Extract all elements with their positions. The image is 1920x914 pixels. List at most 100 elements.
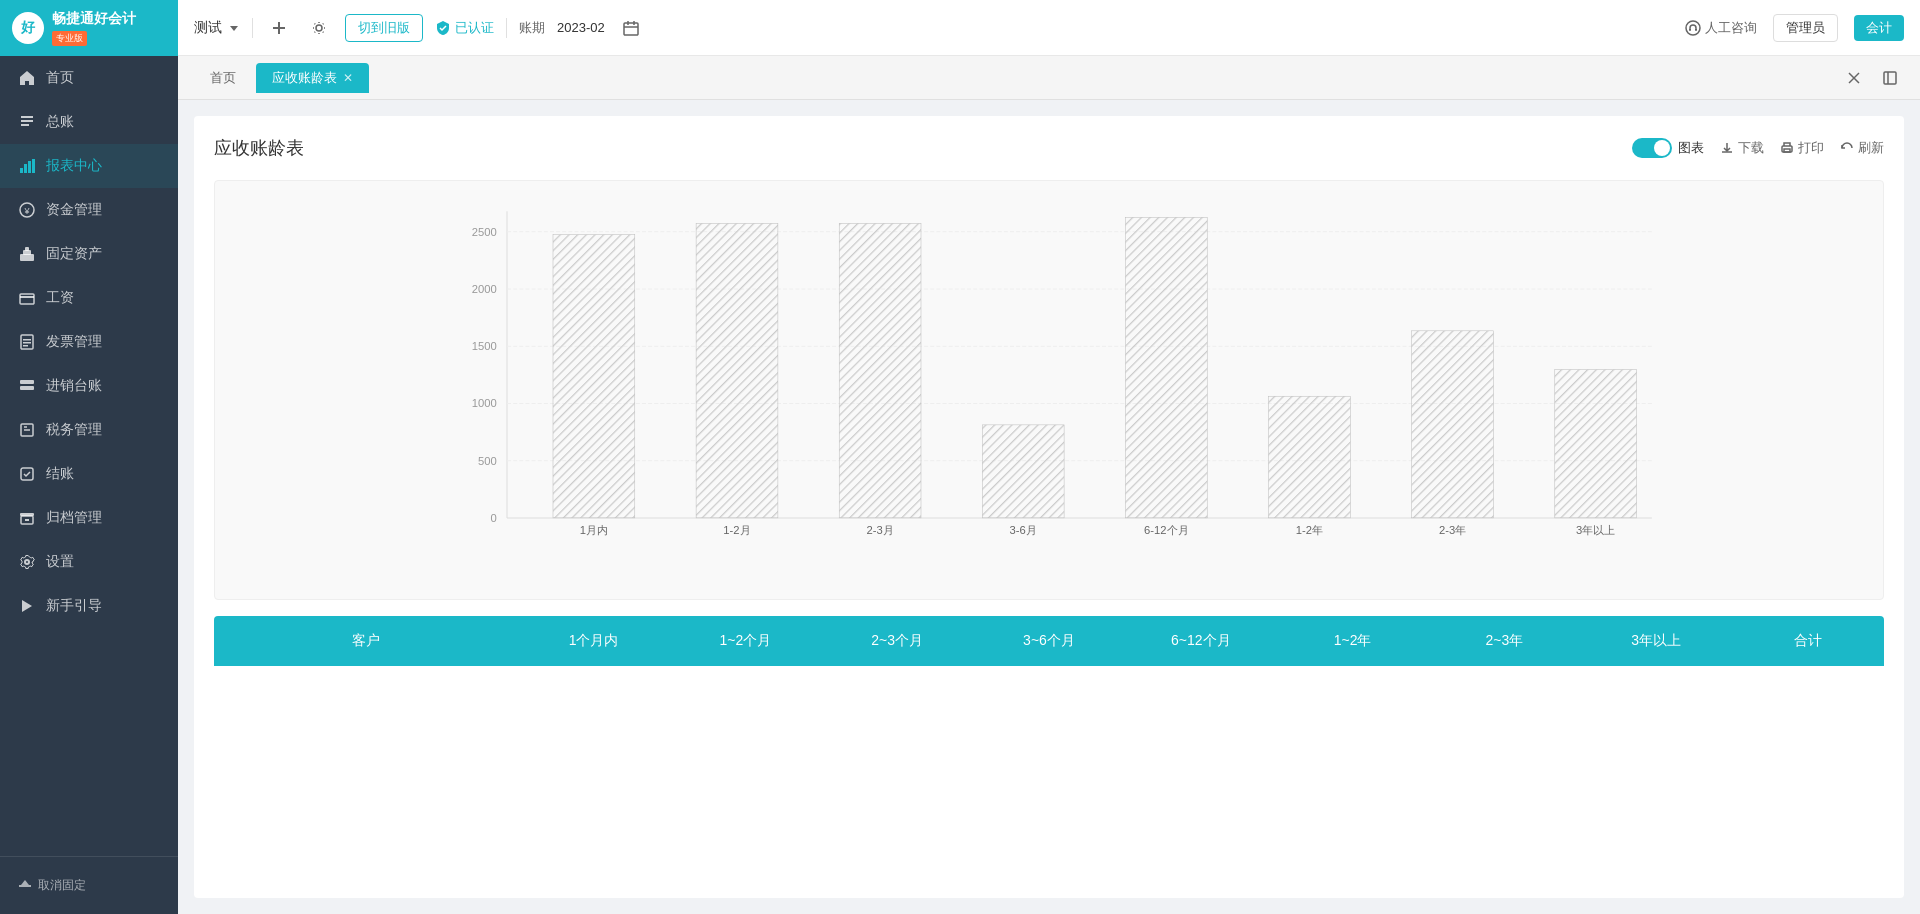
svg-rect-28	[19, 885, 31, 887]
col-3y-plus: 3年以上	[1580, 616, 1732, 666]
page-title: 应收账龄表	[214, 136, 304, 160]
chart-container: 0 500 1000 1500 2000 2500 1月内	[214, 180, 1884, 600]
svg-text:1000: 1000	[472, 397, 497, 409]
assets-icon	[18, 245, 36, 263]
sidebar-item-guide[interactable]: 新手引导	[0, 584, 178, 628]
sidebar-label-home: 首页	[46, 69, 74, 87]
sidebar-label-reports: 报表中心	[46, 157, 102, 175]
app-name: 畅捷通好会计	[52, 10, 136, 27]
svg-rect-11	[25, 247, 29, 251]
download-btn[interactable]: 下载	[1720, 139, 1764, 157]
home-icon	[18, 69, 36, 87]
svg-rect-39	[1689, 28, 1691, 31]
svg-rect-6	[32, 159, 35, 173]
refresh-btn[interactable]: 刷新	[1840, 139, 1884, 157]
archive-icon	[18, 509, 36, 527]
page-container: 应收账龄表 图表 下载 打印	[194, 116, 1904, 898]
sidebar-item-funds[interactable]: ¥ 资金管理	[0, 188, 178, 232]
svg-rect-3	[20, 168, 23, 173]
svg-rect-12	[20, 294, 34, 304]
headset-icon	[1685, 20, 1701, 36]
settings-icon	[18, 553, 36, 571]
col-customer: 客户	[214, 616, 518, 666]
bar-7	[1412, 331, 1494, 518]
tab-expand-btn[interactable]	[1876, 64, 1904, 92]
svg-marker-27	[22, 600, 32, 612]
bar-6	[1269, 396, 1351, 518]
chevron-down-icon	[228, 22, 240, 34]
period-label: 账期	[519, 19, 545, 37]
col-3-6m: 3~6个月	[973, 616, 1125, 666]
reports-icon	[18, 157, 36, 175]
svg-rect-16	[23, 342, 31, 344]
cancel-fixed-label: 取消固定	[38, 877, 86, 894]
calendar-icon[interactable]	[617, 14, 645, 42]
sidebar-item-payroll[interactable]: 工资	[0, 276, 178, 320]
accountant-btn[interactable]: 会计	[1854, 15, 1904, 41]
sidebar-label-archive: 归档管理	[46, 509, 102, 527]
verified-text: 已认证	[455, 19, 494, 37]
svg-rect-0	[21, 116, 33, 118]
add-btn[interactable]	[265, 14, 293, 42]
bar-8	[1555, 370, 1637, 518]
admin-btn[interactable]: 管理员	[1773, 14, 1838, 42]
toolbar: 图表 下载 打印 刷新	[1632, 138, 1884, 158]
svg-rect-1	[21, 120, 33, 122]
consult-btn[interactable]: 人工咨询	[1685, 19, 1757, 37]
cancel-fixed-btn[interactable]: 取消固定	[0, 867, 178, 904]
print-btn[interactable]: 打印	[1780, 139, 1824, 157]
svg-rect-9	[20, 254, 34, 261]
tab-home[interactable]: 首页	[194, 63, 252, 93]
sidebar-item-invoice[interactable]: 发票管理	[0, 320, 178, 364]
sidebar-label-invoice: 发票管理	[46, 333, 102, 351]
col-1-2m: 1~2个月	[669, 616, 821, 666]
bar-3	[839, 223, 921, 517]
tabbar: 首页 应收账龄表 ✕	[178, 56, 1920, 100]
tab-close-btn[interactable]	[1840, 64, 1868, 92]
edition-badge: 专业版	[52, 31, 87, 46]
svg-rect-32	[273, 27, 285, 29]
table-header: 客户 1个月内 1~2个月 2~3个月 3~6个月 6~12个月 1~2年 2~…	[214, 616, 1884, 666]
download-icon	[1720, 141, 1734, 155]
ledger-icon	[18, 113, 36, 131]
sidebar-item-archive[interactable]: 归档管理	[0, 496, 178, 540]
sidebar-item-settings[interactable]: 设置	[0, 540, 178, 584]
sidebar-label-assets: 固定资产	[46, 245, 102, 263]
svg-text:3年以上: 3年以上	[1576, 524, 1615, 536]
topbar: 测试 切到旧版 已认证 账期 2023-02 人工咨询 管理员 会计	[178, 0, 1920, 56]
shield-icon	[435, 20, 451, 36]
settings-btn[interactable]	[305, 14, 333, 42]
sidebar-item-tax[interactable]: 税务管理	[0, 408, 178, 452]
tab-aging-close[interactable]: ✕	[343, 71, 353, 85]
sidebar-item-closing[interactable]: 结账	[0, 452, 178, 496]
svg-text:3-6月: 3-6月	[1010, 524, 1037, 536]
consult-label: 人工咨询	[1705, 19, 1757, 37]
sidebar-item-home[interactable]: 首页	[0, 56, 178, 100]
topbar-divider-1	[252, 18, 253, 38]
project-selector[interactable]: 测试	[194, 19, 240, 37]
download-label: 下载	[1738, 139, 1764, 157]
sidebar-item-ledger[interactable]: 总账	[0, 100, 178, 144]
switch-version-btn[interactable]: 切到旧版	[345, 14, 423, 42]
sidebar-item-inventory[interactable]: 进销台账	[0, 364, 178, 408]
logo-text-block: 畅捷通好会计 专业版	[52, 10, 136, 46]
chart-toggle[interactable]	[1632, 138, 1672, 158]
sidebar-item-assets[interactable]: 固定资产	[0, 232, 178, 276]
sidebar-nav: 首页 总账 报表中心 ¥ 资金管理 固定资产	[0, 56, 178, 856]
col-1m: 1个月内	[518, 616, 670, 666]
svg-text:¥: ¥	[23, 206, 30, 216]
print-label: 打印	[1798, 139, 1824, 157]
refresh-icon	[1840, 141, 1854, 155]
bar-1	[553, 235, 635, 518]
tabbar-actions	[1840, 64, 1904, 92]
sidebar-item-reports[interactable]: 报表中心	[0, 144, 178, 188]
bar-5	[1125, 217, 1207, 518]
svg-rect-26	[25, 519, 29, 521]
bar-4	[982, 425, 1064, 518]
tab-aging[interactable]: 应收账龄表 ✕	[256, 63, 369, 93]
svg-rect-40	[1695, 28, 1697, 31]
sidebar-bottom: 取消固定	[0, 856, 178, 914]
svg-text:2500: 2500	[472, 226, 497, 238]
svg-rect-2	[21, 124, 29, 126]
svg-text:2000: 2000	[472, 283, 497, 295]
